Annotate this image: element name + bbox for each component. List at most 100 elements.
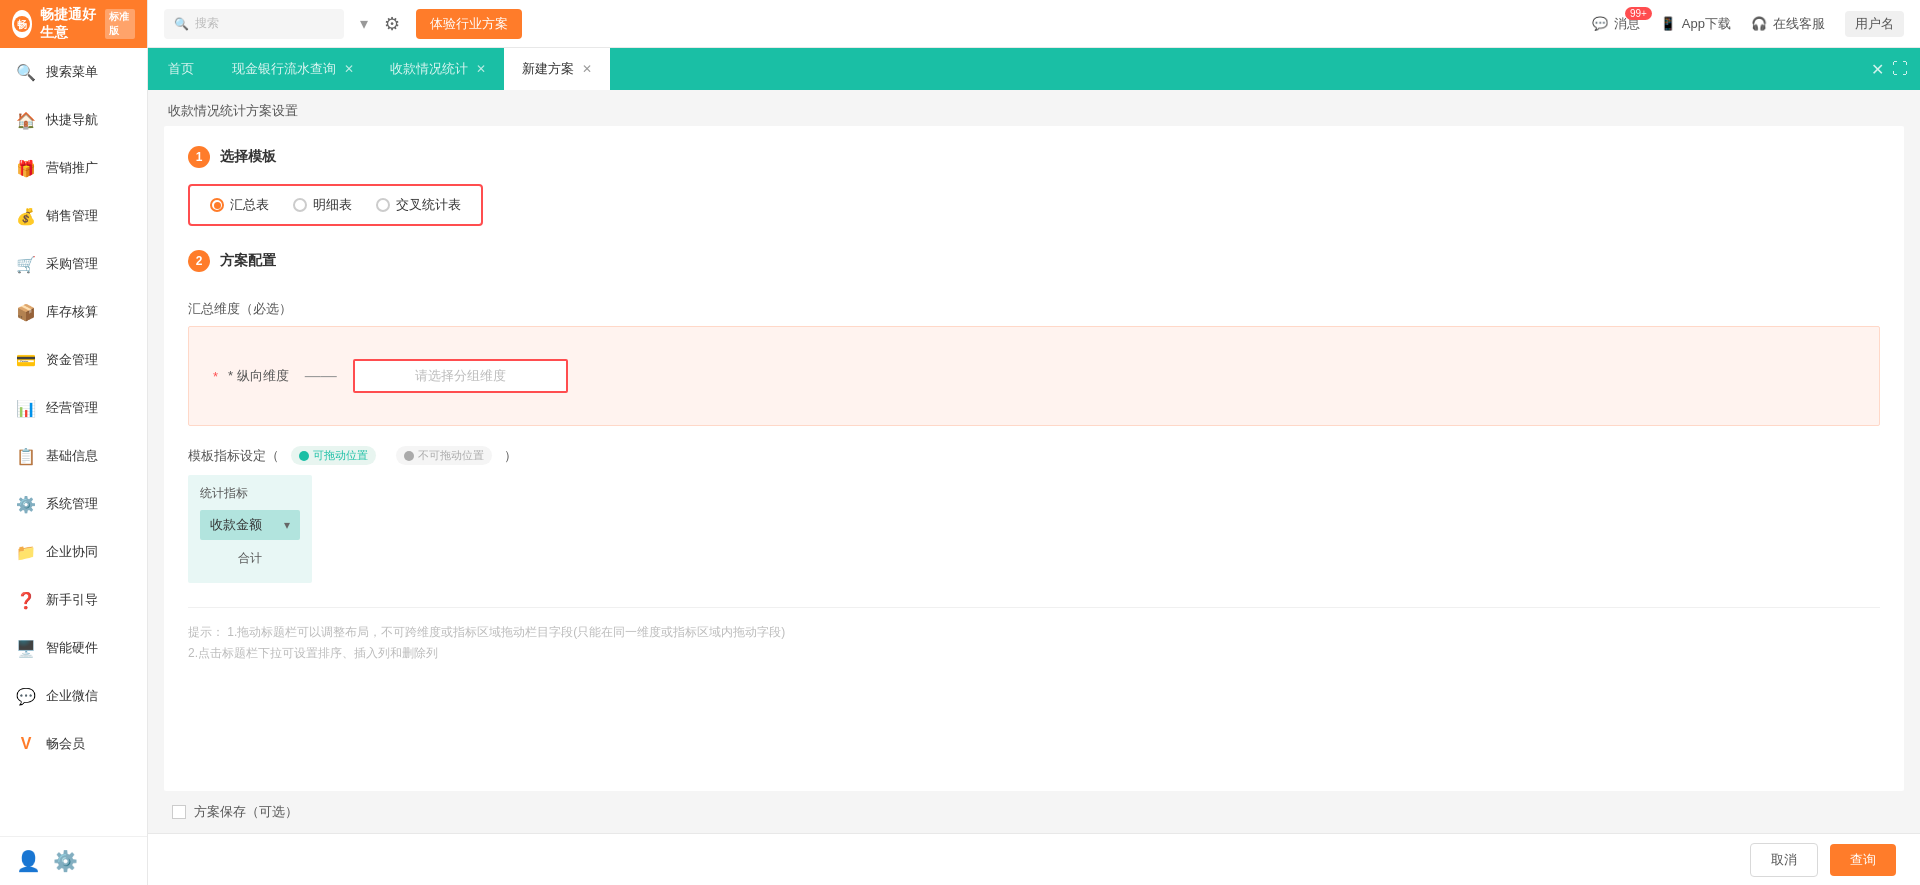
metrics-config: 模板指标设定（可拖动位置不可拖动位置） 统计指标 收款金额 ▾ 合计 xyxy=(188,426,1880,583)
system-icon: ⚙️ xyxy=(16,494,36,514)
sidebar-item-label: 畅会员 xyxy=(46,735,85,753)
download-item[interactable]: 📱 App下载 xyxy=(1660,15,1731,33)
metric-label: 收款金额 xyxy=(210,516,262,534)
metric-item-collection[interactable]: 收款金额 ▾ xyxy=(200,510,300,540)
dimension-field-label: * 纵向维度 xyxy=(228,367,289,385)
beginner-icon: ❓ xyxy=(16,590,36,610)
sidebar-item-label: 经营管理 xyxy=(46,399,98,417)
sidebar-item-label: 企业微信 xyxy=(46,687,98,705)
window-maximize-icon[interactable]: ⛶ xyxy=(1892,60,1908,78)
industry-plan-button[interactable]: 体验行业方案 xyxy=(416,9,522,39)
content-footer: 方案保存（可选） xyxy=(148,791,1920,833)
search-icon: 🔍 xyxy=(174,17,189,31)
step2-title: 2 方案配置 xyxy=(188,250,1880,272)
sidebar-item-label: 搜索菜单 xyxy=(46,63,98,81)
sidebar-item-beginner[interactable]: ❓ 新手引导 xyxy=(0,576,147,624)
tab-bank-flow[interactable]: 现金银行流水查询 ✕ xyxy=(214,48,372,90)
tab-bank-flow-close[interactable]: ✕ xyxy=(344,62,354,76)
sidebar-item-basic-info[interactable]: 📋 基础信息 xyxy=(0,432,147,480)
app-version: 标准版 xyxy=(105,9,135,39)
sidebar-settings-icon[interactable]: ⚙️ xyxy=(53,849,78,873)
sidebar-item-label: 企业协同 xyxy=(46,543,98,561)
sidebar-item-inventory[interactable]: 📦 库存核算 xyxy=(0,288,147,336)
message-item[interactable]: 💬 消息 99+ xyxy=(1592,15,1640,33)
content-body: 1 选择模板 汇总表 明细表 交叉统计表 xyxy=(164,126,1904,791)
content-area: 收款情况统计方案设置 1 选择模板 汇总表 明细表 xyxy=(148,90,1920,833)
dimension-config: 汇总维度（必选） * * 纵向维度 —— 请选择分组维度 xyxy=(188,288,1880,426)
download-icon: 📱 xyxy=(1660,16,1676,31)
radio-cross-circle xyxy=(376,198,390,212)
tab-new-plan-close[interactable]: ✕ xyxy=(582,62,592,76)
step2-section: 2 方案配置 汇总维度（必选） * * 纵向维度 —— 请选择分组维度 xyxy=(188,250,1880,662)
dimension-area: * * 纵向维度 —— 请选择分组维度 xyxy=(188,326,1880,426)
dimension-placeholder-text: 请选择分组维度 xyxy=(415,368,506,383)
user-name[interactable]: 用户名 xyxy=(1845,11,1904,37)
sidebar-item-quick-nav[interactable]: 🏠 快捷导航 xyxy=(0,96,147,144)
gear-icon[interactable]: ⚙ xyxy=(384,13,400,35)
cancel-button[interactable]: 取消 xyxy=(1750,843,1818,877)
option-detail[interactable]: 明细表 xyxy=(293,196,352,214)
quick-nav-icon: 🏠 xyxy=(16,110,36,130)
dimension-required-label: * xyxy=(213,369,218,384)
step1-section: 1 选择模板 汇总表 明细表 交叉统计表 xyxy=(188,146,1880,226)
message-icon: 💬 xyxy=(1592,16,1608,31)
tab-collection-stats[interactable]: 收款情况统计 ✕ xyxy=(372,48,504,90)
tabs-window-controls: ✕ ⛶ xyxy=(1871,60,1920,79)
member-icon: V xyxy=(16,734,36,754)
step2-label: 方案配置 xyxy=(220,252,276,270)
save-plan-checkbox[interactable] xyxy=(172,805,186,819)
sidebar-item-label: 快捷导航 xyxy=(46,111,98,129)
wechat-icon: 💬 xyxy=(16,686,36,706)
service-item[interactable]: 🎧 在线客服 xyxy=(1751,15,1825,33)
metric-dropdown-icon[interactable]: ▾ xyxy=(284,518,290,532)
option-cross[interactable]: 交叉统计表 xyxy=(376,196,461,214)
step2-num: 2 xyxy=(188,250,210,272)
download-label: App下载 xyxy=(1682,15,1731,33)
sidebar-item-sales[interactable]: 💰 销售管理 xyxy=(0,192,147,240)
tab-new-plan[interactable]: 新建方案 ✕ xyxy=(504,48,610,90)
sidebar-item-system[interactable]: ⚙️ 系统管理 xyxy=(0,480,147,528)
dropdown-icon[interactable]: ▾ xyxy=(360,14,368,33)
search-box[interactable]: 🔍 搜索 xyxy=(164,9,344,39)
dimension-arrow: —— xyxy=(305,367,337,385)
option-cross-label: 交叉统计表 xyxy=(396,196,461,214)
window-close-icon[interactable]: ✕ xyxy=(1871,60,1884,79)
query-button[interactable]: 查询 xyxy=(1830,844,1896,876)
service-label: 在线客服 xyxy=(1773,15,1825,33)
tab-home-label: 首页 xyxy=(168,60,194,78)
radio-summary-circle xyxy=(210,198,224,212)
sidebar-item-label: 智能硬件 xyxy=(46,639,98,657)
option-summary[interactable]: 汇总表 xyxy=(210,196,269,214)
main-area: 🔍 搜索 ▾ ⚙ 体验行业方案 💬 消息 99+ 📱 App下载 🎧 在线客服 … xyxy=(148,0,1920,885)
service-icon: 🎧 xyxy=(1751,16,1767,31)
tab-bar: 首页 现金银行流水查询 ✕ 收款情况统计 ✕ 新建方案 ✕ ✕ ⛶ xyxy=(148,48,1920,90)
sidebar-item-finance[interactable]: 💳 资金管理 xyxy=(0,336,147,384)
sidebar-item-member[interactable]: V 畅会员 xyxy=(0,720,147,768)
sidebar-item-search-menu[interactable]: 🔍 搜索菜单 xyxy=(0,48,147,96)
purchase-icon: 🛒 xyxy=(16,254,36,274)
sidebar-item-management[interactable]: 📊 经营管理 xyxy=(0,384,147,432)
sidebar-item-label: 销售管理 xyxy=(46,207,98,225)
sidebar-item-wechat[interactable]: 💬 企业微信 xyxy=(0,672,147,720)
tab-bank-flow-label: 现金银行流水查询 xyxy=(232,60,336,78)
basic-info-icon: 📋 xyxy=(16,446,36,466)
tab-home[interactable]: 首页 xyxy=(148,48,214,90)
svg-text:畅: 畅 xyxy=(17,19,27,30)
sidebar-item-smart-hw[interactable]: 🖥️ 智能硬件 xyxy=(0,624,147,672)
inventory-icon: 📦 xyxy=(16,302,36,322)
sidebar-item-corp-collab[interactable]: 📁 企业协同 xyxy=(0,528,147,576)
step1-title: 1 选择模板 xyxy=(188,146,1880,168)
metrics-area: 统计指标 收款金额 ▾ 合计 xyxy=(188,475,312,583)
dimension-placeholder[interactable]: 请选择分组维度 xyxy=(353,359,568,393)
tab-collection-stats-close[interactable]: ✕ xyxy=(476,62,486,76)
sidebar-avatar-icon[interactable]: 👤 xyxy=(16,849,41,873)
sidebar-item-purchase[interactable]: 🛒 采购管理 xyxy=(0,240,147,288)
smart-hw-icon: 🖥️ xyxy=(16,638,36,658)
action-bar: 取消 查询 xyxy=(148,833,1920,885)
tip-line-1: 提示： 1.拖动标题栏可以调整布局，不可跨维度或指标区域拖动栏目字段(只能在同一… xyxy=(188,624,1880,641)
sidebar-item-marketing[interactable]: 🎁 营销推广 xyxy=(0,144,147,192)
tips-section: 提示： 1.拖动标题栏可以调整布局，不可跨维度或指标区域拖动栏目字段(只能在同一… xyxy=(188,607,1880,662)
dimension-row: * * 纵向维度 —— 请选择分组维度 xyxy=(213,359,568,393)
tab-collection-stats-label: 收款情况统计 xyxy=(390,60,468,78)
step1-label: 选择模板 xyxy=(220,148,276,166)
